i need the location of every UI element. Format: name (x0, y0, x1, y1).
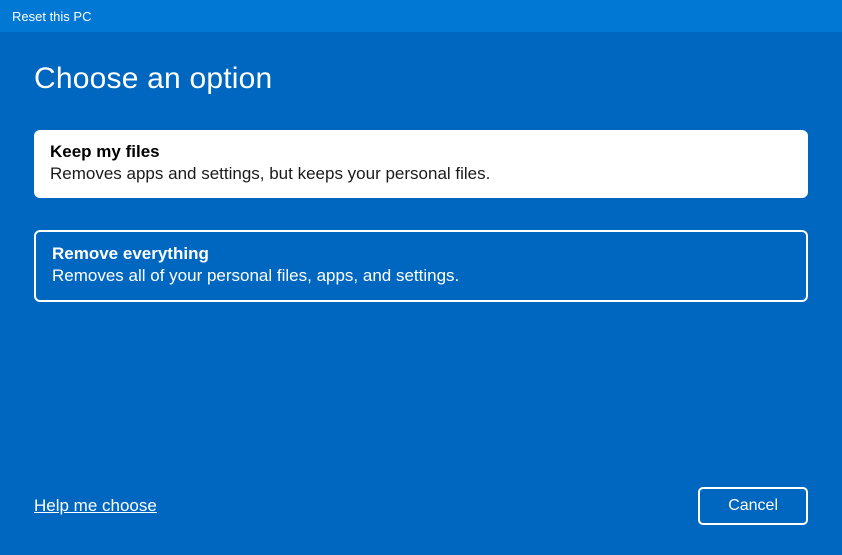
content-area: Choose an option Keep my files Removes a… (0, 32, 842, 302)
window-title: Reset this PC (12, 9, 91, 24)
footer: Help me choose Cancel (34, 487, 808, 525)
option-remove-everything[interactable]: Remove everything Removes all of your pe… (34, 230, 808, 302)
option-description: Removes apps and settings, but keeps you… (50, 164, 792, 184)
page-heading: Choose an option (34, 62, 808, 96)
option-title: Remove everything (52, 244, 790, 264)
help-me-choose-link[interactable]: Help me choose (34, 496, 157, 516)
cancel-button[interactable]: Cancel (698, 487, 808, 525)
option-keep-my-files[interactable]: Keep my files Removes apps and settings,… (34, 130, 808, 198)
option-description: Removes all of your personal files, apps… (52, 266, 790, 286)
option-title: Keep my files (50, 142, 792, 162)
titlebar: Reset this PC (0, 0, 842, 32)
